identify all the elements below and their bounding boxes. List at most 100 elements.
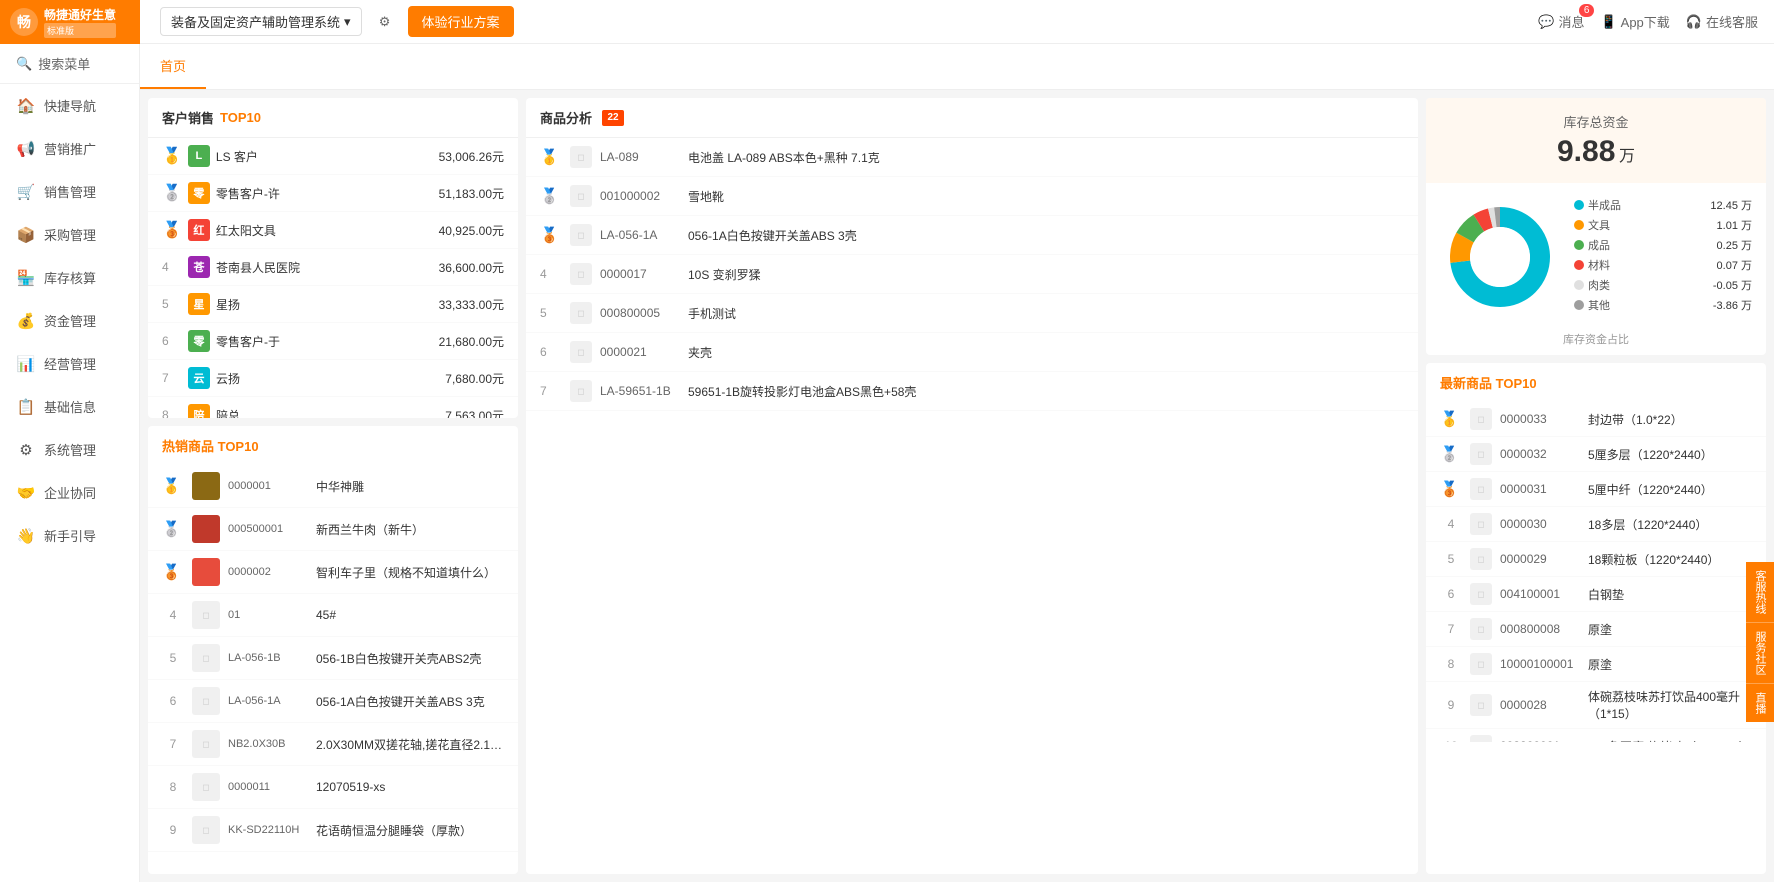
hot-product-item[interactable]: 5 ◻ LA-056-1B 056-1B白色按键开关壳ABS2壳 xyxy=(148,637,518,680)
content-area: 首页 客户销售 TOP10 🥇 L LS 客户 53,006.26元 🥈 零 零… xyxy=(140,44,1774,882)
sidebar-item-sales[interactable]: 🛒 销售管理 xyxy=(0,170,139,213)
medal-icon: 🥇 xyxy=(162,146,182,166)
new-product-item[interactable]: 7 ◻ 000800008 原塗 xyxy=(1426,612,1766,647)
medal-icon: 🥈 xyxy=(162,183,182,203)
home-icon: 🏠 xyxy=(16,97,36,115)
online-service-button[interactable]: 🎧 在线客服 xyxy=(1686,12,1758,31)
tab-bar: 首页 xyxy=(140,44,1774,90)
customer-amount: 36,600.00元 xyxy=(439,259,504,276)
hot-product-item[interactable]: 🥈 000500001 新西兰牛肉（新牛） xyxy=(148,508,518,551)
rank-number: 7 xyxy=(540,384,562,398)
goods-thumbnail: ◻ xyxy=(570,302,592,324)
hot-product-item[interactable]: 8 ◻ 0000011 12070519-xs xyxy=(148,766,518,809)
goods-thumbnail: ◻ xyxy=(570,341,592,363)
goods-rank-item[interactable]: 6 ◻ 0000021 夹壳 xyxy=(526,333,1418,372)
service-community-button[interactable]: 服务社区 xyxy=(1746,623,1774,684)
product-code: LA-056-1B xyxy=(228,652,308,664)
sidebar-item-operations[interactable]: 📊 经营管理 xyxy=(0,342,139,385)
new-product-item[interactable]: 🥉 ◻ 0000031 5厘中纤（1220*2440） xyxy=(1426,472,1766,507)
customer-amount: 40,925.00元 xyxy=(439,222,504,239)
product-name: 中华神雕 xyxy=(316,478,504,495)
sidebar-item-system[interactable]: ⚙ 系统管理 xyxy=(0,428,139,471)
customer-rank-item[interactable]: 7 云 云扬 7,680.00元 xyxy=(148,360,518,397)
new-product-item[interactable]: 9 ◻ 0000028 体碗荔枝味苏打饮品400毫升（1*15） xyxy=(1426,682,1766,729)
np-name: 原塗 xyxy=(1588,656,1752,673)
np-thumbnail: ◻ xyxy=(1470,548,1492,570)
np-code: 0000030 xyxy=(1500,517,1580,531)
goods-rank-item[interactable]: 7 ◻ LA-59651-1B 59651-1B旋转投影灯电池盒ABS黑色+58… xyxy=(526,372,1418,411)
customer-name: 红太阳文具 xyxy=(216,222,439,239)
customer-rank-item[interactable]: 🥈 零 零售客户-许 51,183.00元 xyxy=(148,175,518,212)
customer-amount: 33,333.00元 xyxy=(439,296,504,313)
np-name: 22g鱼豆腐·烧烤味（1*12*20） xyxy=(1588,738,1752,743)
customer-rank-item[interactable]: 5 星 星扬 33,333.00元 xyxy=(148,286,518,323)
product-thumbnail: ◻ xyxy=(192,730,220,758)
customer-name: 零售客户-于 xyxy=(216,333,439,350)
goods-rank-item[interactable]: 🥇 ◻ LA-089 电池盖 LA-089 ABS本色+黑种 7.1克 xyxy=(526,138,1418,177)
customer-rank-item[interactable]: 4 苍 苍南县人民医院 36,600.00元 xyxy=(148,249,518,286)
np-thumbnail: ◻ xyxy=(1470,618,1492,640)
marketing-icon: 📢 xyxy=(16,140,36,158)
customer-amount: 7,563.00元 xyxy=(445,407,504,419)
new-product-item[interactable]: 4 ◻ 0000030 18多层（1220*2440） xyxy=(1426,507,1766,542)
hot-products-panel: 热销商品 TOP10 🥇 0000001 中华神雕 🥈 000500001 新西… xyxy=(148,426,518,874)
goods-code: LA-056-1A xyxy=(600,228,680,242)
sidebar-item-guide[interactable]: 👋 新手引导 xyxy=(0,514,139,557)
customer-avatar: 苍 xyxy=(188,256,210,278)
sidebar-item-finance[interactable]: 💰 资金管理 xyxy=(0,299,139,342)
sidebar-item-inventory[interactable]: 🏪 库存核算 xyxy=(0,256,139,299)
goods-rank-item[interactable]: 4 ◻ 0000017 10S 变刹罗猱 xyxy=(526,255,1418,294)
sidebar-item-purchase[interactable]: 📦 采购管理 xyxy=(0,213,139,256)
new-product-item[interactable]: 6 ◻ 004100001 白钢垫 xyxy=(1426,577,1766,612)
customer-service-button[interactable]: 客服热线 xyxy=(1746,562,1774,623)
hot-product-item[interactable]: 🥇 0000001 中华神雕 xyxy=(148,465,518,508)
live-button[interactable]: 直播 xyxy=(1746,684,1774,722)
goods-rank-item[interactable]: 5 ◻ 000800005 手机测试 xyxy=(526,294,1418,333)
goods-rank-item[interactable]: 🥉 ◻ LA-056-1A 056-1A白色按键开关盖ABS 3壳 xyxy=(526,216,1418,255)
system-selector[interactable]: 装备及固定资产辅助管理系统 ▾ xyxy=(160,7,362,36)
search-menu[interactable]: 🔍 搜索菜单 xyxy=(0,44,139,84)
legend-name: 文具 xyxy=(1588,217,1713,233)
product-name: 智利车子里（规格不知道填什么） xyxy=(316,564,504,581)
product-name: 2.0X30MM双搓花轴,搓花直径2.1MM/ROHS xyxy=(316,736,504,753)
hot-product-item[interactable]: 9 ◻ KK-SD22110H 花语萌恒温分腿睡袋（厚款） xyxy=(148,809,518,852)
basicinfo-icon: 📋 xyxy=(16,398,36,416)
goods-thumbnail: ◻ xyxy=(570,185,592,207)
customer-ranking-header: 客户销售 TOP10 xyxy=(148,98,518,138)
new-product-item[interactable]: 5 ◻ 0000029 18颗粒板（1220*2440） xyxy=(1426,542,1766,577)
new-product-item[interactable]: 8 ◻ 10000100001 原塗 xyxy=(1426,647,1766,682)
customer-rank-item[interactable]: 6 零 零售客户-于 21,680.00元 xyxy=(148,323,518,360)
customer-rank-item[interactable]: 🥇 L LS 客户 53,006.26元 xyxy=(148,138,518,175)
new-product-item[interactable]: 10 ◻ 003800001 22g鱼豆腐·烧烤味（1*12*20） xyxy=(1426,729,1766,742)
rank-number: 6 xyxy=(540,345,562,359)
product-name: 花语萌恒温分腿睡袋（厚款） xyxy=(316,822,504,839)
message-button[interactable]: 💬 消息 6 xyxy=(1538,12,1584,31)
app-download-button[interactable]: 📱 App下载 xyxy=(1600,12,1669,31)
header: 畅 畅捷通好生意 标准版 装备及固定资产辅助管理系统 ▾ ⚙ 体验行业方案 💬 … xyxy=(0,0,1774,44)
customer-rank-item[interactable]: 🥉 红 红太阳文具 40,925.00元 xyxy=(148,212,518,249)
hot-product-item[interactable]: 🥉 0000002 智利车子里（规格不知道填什么） xyxy=(148,551,518,594)
customer-rank-item[interactable]: 8 陪 陪总 7,563.00元 xyxy=(148,397,518,418)
trial-button[interactable]: 体验行业方案 xyxy=(408,6,514,37)
header-middle: 装备及固定资产辅助管理系统 ▾ ⚙ 体验行业方案 xyxy=(160,6,514,37)
hot-product-item[interactable]: 7 ◻ NB2.0X30B 2.0X30MM双搓花轴,搓花直径2.1MM/ROH… xyxy=(148,723,518,766)
sidebar-item-quicknav[interactable]: 🏠 快捷导航 xyxy=(0,84,139,127)
hot-product-item[interactable]: 6 ◻ LA-056-1A 056-1A白色按键开关盖ABS 3克 xyxy=(148,680,518,723)
logo-icon: 畅 xyxy=(10,8,38,36)
product-name: 056-1B白色按键开关壳ABS2壳 xyxy=(316,650,504,667)
headset-icon: 🎧 xyxy=(1686,14,1702,30)
new-product-item[interactable]: 🥈 ◻ 0000032 5厘多层（1220*2440） xyxy=(1426,437,1766,472)
enterprise-icon: 🤝 xyxy=(16,484,36,502)
hot-product-item[interactable]: 4 ◻ 01 45# xyxy=(148,594,518,637)
np-thumbnail: ◻ xyxy=(1470,583,1492,605)
sidebar-item-basic-info[interactable]: 📋 基础信息 xyxy=(0,385,139,428)
medal-icon: 🥈 xyxy=(540,187,562,205)
goods-rank-item[interactable]: 🥈 ◻ 001000002 雪地靴 xyxy=(526,177,1418,216)
sidebar-item-marketing[interactable]: 📢 营销推广 xyxy=(0,127,139,170)
goods-name: 电池盖 LA-089 ABS本色+黑种 7.1克 xyxy=(688,149,1404,166)
tab-home[interactable]: 首页 xyxy=(140,44,206,89)
settings-button[interactable]: ⚙ xyxy=(370,7,400,37)
finance-icon: 💰 xyxy=(16,312,36,330)
new-product-item[interactable]: 🥇 ◻ 0000033 封边带（1.0*22） xyxy=(1426,402,1766,437)
sidebar-item-enterprise[interactable]: 🤝 企业协同 xyxy=(0,471,139,514)
